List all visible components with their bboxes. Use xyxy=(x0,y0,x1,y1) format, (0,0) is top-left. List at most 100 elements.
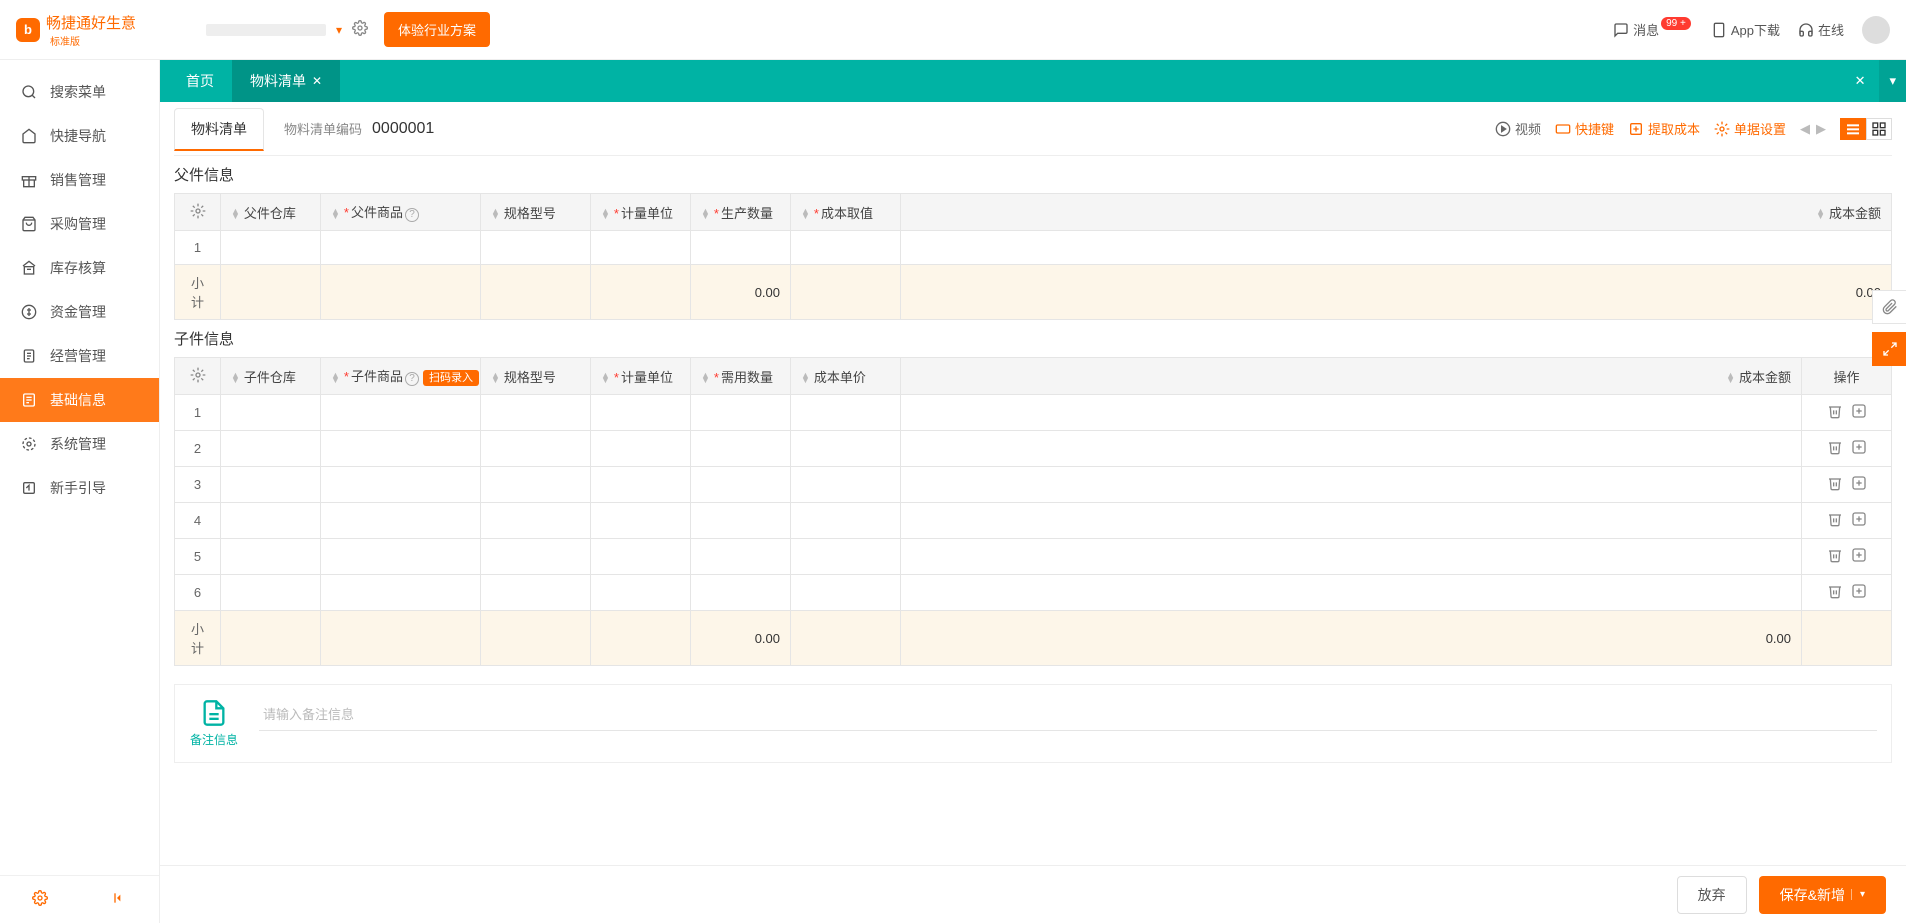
sidebar-item-8[interactable]: 系统管理 xyxy=(0,422,159,466)
doc-settings-link[interactable]: 单据设置 xyxy=(1714,119,1786,138)
app-download-button[interactable]: App下载 xyxy=(1711,20,1780,39)
view-list-button[interactable] xyxy=(1840,118,1866,140)
collapse-sidebar-icon[interactable] xyxy=(111,890,127,909)
delete-row-icon[interactable] xyxy=(1827,515,1843,530)
code-value: 0000001 xyxy=(372,120,434,138)
clipboard-icon xyxy=(20,347,38,365)
shortcut-link[interactable]: 快捷键 xyxy=(1555,119,1614,138)
sidebar-item-5[interactable]: 资金管理 xyxy=(0,290,159,334)
add-row-icon[interactable] xyxy=(1851,551,1867,566)
delete-row-icon[interactable] xyxy=(1827,587,1843,602)
delete-row-icon[interactable] xyxy=(1827,443,1843,458)
table-row[interactable]: 5 xyxy=(175,539,1892,575)
sidebar-item-label: 采购管理 xyxy=(50,214,106,234)
column-settings[interactable] xyxy=(175,194,221,231)
sidebar-item-4[interactable]: 库存核算 xyxy=(0,246,159,290)
col-child-product[interactable]: ▲▼*子件商品?扫码录入 xyxy=(321,358,481,395)
add-row-icon[interactable] xyxy=(1851,479,1867,494)
delete-row-icon[interactable] xyxy=(1827,479,1843,494)
page-title: 物料清单 xyxy=(174,108,264,151)
col-parent-qty[interactable]: ▲▼*生产数量 xyxy=(691,194,791,231)
add-row-icon[interactable] xyxy=(1851,443,1867,458)
sidebar-item-label: 销售管理 xyxy=(50,170,106,190)
delete-row-icon[interactable] xyxy=(1827,551,1843,566)
sidebar-item-2[interactable]: 销售管理 xyxy=(0,158,159,202)
sidebar: 搜索菜单快捷导航销售管理采购管理库存核算资金管理经营管理基础信息系统管理新手引导 xyxy=(0,60,160,923)
parent-table: ▲▼父件仓库 ▲▼*父件商品? ▲▼规格型号 ▲▼*计量单位 ▲▼*生产数量 ▲… xyxy=(174,193,1892,320)
table-row[interactable]: 1 xyxy=(175,231,1892,265)
save-new-button[interactable]: 保存&新增 ▾ xyxy=(1759,876,1886,914)
sidebar-item-0[interactable]: 搜索菜单 xyxy=(0,70,159,114)
extract-icon xyxy=(1628,121,1644,137)
doc-icon xyxy=(20,391,38,409)
table-row[interactable]: 1 xyxy=(175,395,1892,431)
info-icon[interactable]: ? xyxy=(405,208,419,222)
close-icon[interactable]: ✕ xyxy=(312,74,322,88)
col-child-unit[interactable]: ▲▼*计量单位 xyxy=(591,358,691,395)
child-table: ▲▼子件仓库 ▲▼*子件商品?扫码录入 ▲▼规格型号 ▲▼*计量单位 ▲▼*需用… xyxy=(174,357,1892,666)
discard-button[interactable]: 放弃 xyxy=(1677,876,1747,914)
tab-home[interactable]: 首页 xyxy=(168,60,232,102)
col-parent-spec[interactable]: ▲▼规格型号 xyxy=(481,194,591,231)
messages-button[interactable]: 消息 99 + xyxy=(1613,20,1693,39)
delete-row-icon[interactable] xyxy=(1827,407,1843,422)
sidebar-item-label: 新手引导 xyxy=(50,478,106,498)
close-all-tabs[interactable]: ✕ xyxy=(1841,60,1880,102)
col-child-qty[interactable]: ▲▼*需用数量 xyxy=(691,358,791,395)
settings-icon[interactable] xyxy=(32,890,48,909)
sidebar-item-7[interactable]: 基础信息 xyxy=(0,378,159,422)
col-child-price[interactable]: ▲▼成本单价 xyxy=(791,358,901,395)
col-child-warehouse[interactable]: ▲▼子件仓库 xyxy=(221,358,321,395)
scan-input-button[interactable]: 扫码录入 xyxy=(423,370,479,386)
view-grid-button[interactable] xyxy=(1866,118,1892,140)
table-row[interactable]: 3 xyxy=(175,467,1892,503)
sidebar-item-3[interactable]: 采购管理 xyxy=(0,202,159,246)
prev-record-button[interactable]: ◀ xyxy=(1800,121,1810,137)
next-record-button[interactable]: ▶ xyxy=(1816,121,1826,137)
video-link[interactable]: 视频 xyxy=(1495,119,1541,138)
table-row[interactable]: 2 xyxy=(175,431,1892,467)
table-row[interactable]: 6 xyxy=(175,575,1892,611)
tab-bom[interactable]: 物料清单 ✕ xyxy=(232,60,340,102)
online-support-button[interactable]: 在线 xyxy=(1798,20,1844,39)
col-parent-cost-method[interactable]: ▲▼*成本取值 xyxy=(791,194,901,231)
attachment-button[interactable] xyxy=(1872,290,1906,324)
main: 首页 物料清单 ✕ ✕ ▾ 物料清单 物料清单编码 0000001 视频 xyxy=(160,60,1906,923)
sidebar-item-label: 基础信息 xyxy=(50,390,106,410)
note-icon xyxy=(200,699,228,727)
col-child-spec[interactable]: ▲▼规格型号 xyxy=(481,358,591,395)
sidebar-item-6[interactable]: 经营管理 xyxy=(0,334,159,378)
column-settings[interactable] xyxy=(175,358,221,395)
add-row-icon[interactable] xyxy=(1851,587,1867,602)
tabs-more[interactable]: ▾ xyxy=(1879,60,1906,102)
chevron-down-icon[interactable]: ▾ xyxy=(1851,889,1865,900)
expand-button[interactable] xyxy=(1872,332,1906,366)
info-icon[interactable]: ? xyxy=(405,372,419,386)
expand-icon xyxy=(1882,341,1898,357)
child-section-title: 子件信息 xyxy=(174,328,1892,349)
extract-cost-link[interactable]: 提取成本 xyxy=(1628,119,1700,138)
col-parent-unit[interactable]: ▲▼*计量单位 xyxy=(591,194,691,231)
money-icon xyxy=(20,303,38,321)
col-child-amount[interactable]: ▲▼成本金额 xyxy=(901,358,1802,395)
chevron-down-icon: ▾ xyxy=(336,23,342,37)
sidebar-item-9[interactable]: 新手引导 xyxy=(0,466,159,510)
col-parent-product[interactable]: ▲▼*父件商品? xyxy=(321,194,481,231)
gear-icon[interactable] xyxy=(352,20,368,39)
org-selector[interactable]: ▾ xyxy=(206,20,368,39)
sidebar-footer xyxy=(0,875,159,923)
sidebar-item-1[interactable]: 快捷导航 xyxy=(0,114,159,158)
table-row[interactable]: 4 xyxy=(175,503,1892,539)
guide-icon xyxy=(20,479,38,497)
logo[interactable]: b 畅捷通好生意 标准版 xyxy=(16,12,136,48)
add-row-icon[interactable] xyxy=(1851,407,1867,422)
col-parent-amount[interactable]: ▲▼成本金额 xyxy=(901,194,1892,231)
topbar-right: 消息 99 + App下载 在线 xyxy=(1613,16,1890,44)
avatar[interactable] xyxy=(1862,16,1890,44)
remark-label: 备注信息 xyxy=(189,731,239,748)
chat-icon xyxy=(1613,22,1629,38)
add-row-icon[interactable] xyxy=(1851,515,1867,530)
promo-button[interactable]: 体验行业方案 xyxy=(384,12,490,47)
remark-input[interactable] xyxy=(259,699,1877,731)
col-parent-warehouse[interactable]: ▲▼父件仓库 xyxy=(221,194,321,231)
